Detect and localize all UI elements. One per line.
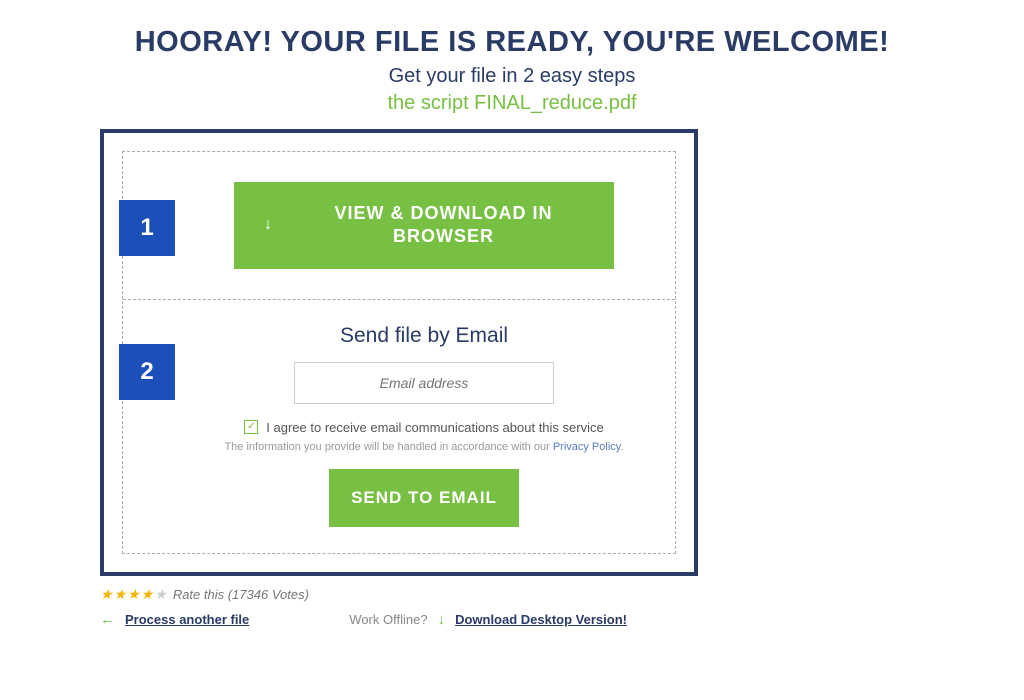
star-icon[interactable]: ★ [127,586,140,603]
email-input[interactable] [294,362,554,404]
rating-row: ★ ★ ★ ★ ★ Rate this (17346 Votes) [100,586,698,603]
star-icon[interactable]: ★ [141,586,154,603]
work-offline-label: Work Offline? [349,612,427,627]
process-another-link[interactable]: Process another file [125,612,249,627]
view-download-button[interactable]: ↓ VIEW & DOWNLOAD IN BROWSER [234,182,614,269]
step-2: 2 Send file by Email ✓ I agree to receiv… [123,299,675,553]
rating-label: Rate this (17346 Votes) [173,587,309,602]
send-email-title: Send file by Email [213,324,635,348]
agree-checkbox[interactable]: ✓ [244,420,258,434]
page-subtitle: Get your file in 2 easy steps [0,65,1024,88]
arrow-left-icon: ← [100,611,115,628]
download-arrow-icon: ↓ [264,215,273,236]
privacy-policy-link[interactable]: Privacy Policy [553,441,621,453]
steps-panel: 1 ↓ VIEW & DOWNLOAD IN BROWSER 2 Send fi… [100,129,698,576]
result-filename: the script FINAL_reduce.pdf [0,92,1024,115]
arrow-down-icon: ↓ [438,611,446,628]
send-email-button[interactable]: SEND TO EMAIL [329,469,519,527]
agree-label: I agree to receive email communications … [266,420,603,435]
download-desktop-link[interactable]: Download Desktop Version! [455,612,627,627]
star-icon[interactable]: ★ [154,586,167,603]
step-2-number: 2 [119,344,175,400]
step-1: 1 ↓ VIEW & DOWNLOAD IN BROWSER [123,152,675,299]
step-1-number: 1 [119,200,175,256]
page-title: HOORAY! YOUR FILE IS READY, YOU'RE WELCO… [0,26,1024,59]
star-icon[interactable]: ★ [100,586,113,603]
privacy-note: The information you provide will be hand… [213,441,635,453]
view-download-label: VIEW & DOWNLOAD IN BROWSER [303,202,584,249]
rating-stars[interactable]: ★ ★ ★ ★ ★ [100,586,167,603]
star-icon[interactable]: ★ [114,586,127,603]
